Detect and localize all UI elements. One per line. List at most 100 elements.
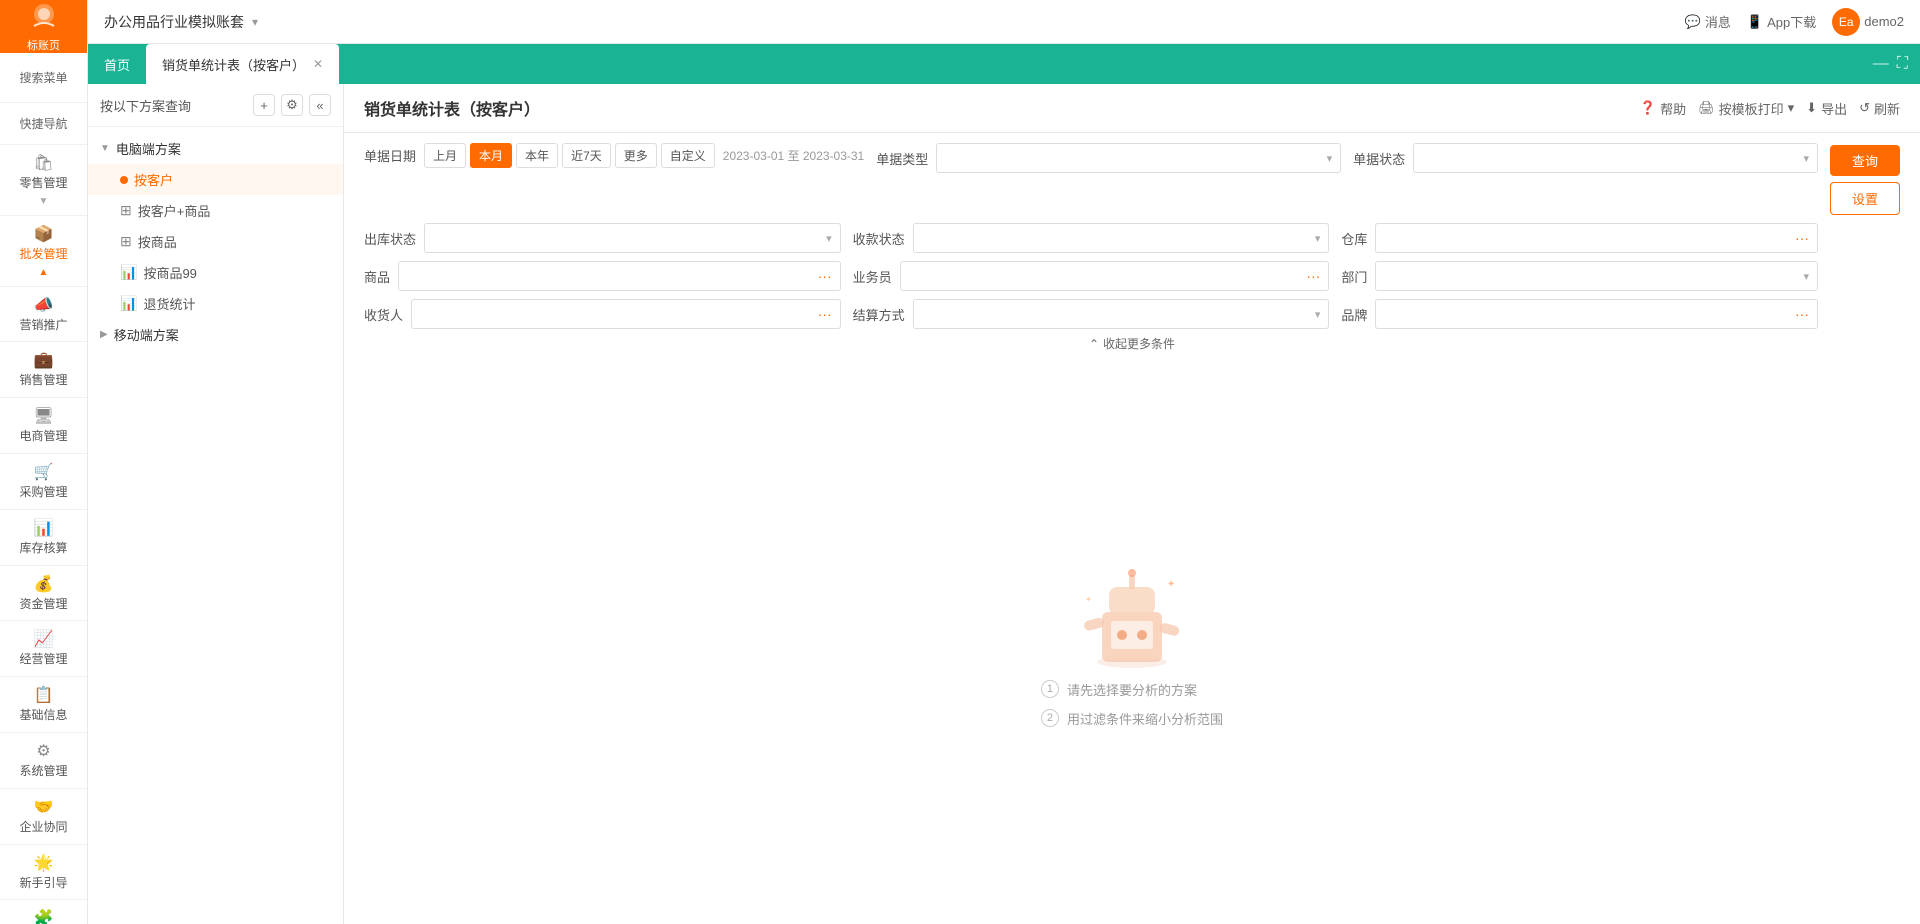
type-select[interactable]: ▾ — [936, 143, 1341, 173]
header-right: 💬 消息 📱 App下载 Ea demo2 — [1685, 8, 1904, 36]
collection-label: 收款状态 — [853, 229, 905, 248]
tree-item-by-goods99[interactable]: 📊 按商品99 — [88, 257, 343, 288]
receiver-dots[interactable]: ··· — [818, 306, 832, 322]
sidebar-item-finance[interactable]: 💰 资金管理 — [0, 566, 87, 622]
tree-group-desktop-header[interactable]: ▼ 电脑端方案 — [88, 133, 343, 164]
tip-num-1: 1 — [1041, 680, 1059, 698]
salesperson-dots[interactable]: ··· — [1306, 268, 1320, 284]
add-scheme-button[interactable]: + — [253, 94, 275, 116]
left-panel: 按以下方案查询 + ⚙ « ▼ 电脑端方案 按客户 — [88, 84, 344, 924]
by-goods99-label: 按商品99 — [143, 263, 331, 282]
inventory-label: 库存核算 — [4, 540, 83, 557]
out-status-arrow: ▾ — [826, 232, 832, 245]
status-select[interactable]: ▾ — [1413, 143, 1818, 173]
template-print-label: 按模板打印 — [1719, 99, 1784, 118]
enterprise-icon: 🤝 — [4, 797, 83, 817]
sidebar-item-system[interactable]: ⚙ 系统管理 — [0, 733, 87, 789]
main-content: 办公用品行业模拟账套 ▾ 💬 消息 📱 App下载 Ea demo2 首页 — [88, 0, 1920, 924]
department-select[interactable]: ▾ — [1375, 261, 1818, 291]
help-button[interactable]: ❓ 帮助 — [1640, 99, 1686, 118]
tree-item-by-customer-goods[interactable]: ⊞ 按客户+商品 — [88, 195, 343, 226]
customer-goods-icon: ⊞ — [120, 202, 132, 219]
tab-minimize-icon[interactable]: — — [1873, 55, 1889, 73]
collapse-button[interactable]: ⌃ 收起更多条件 — [1089, 335, 1175, 352]
sidebar-item-operations[interactable]: 📈 经营管理 — [0, 621, 87, 677]
search-menu-label[interactable]: 搜索菜单 — [0, 63, 87, 92]
svg-text:✦: ✦ — [1085, 595, 1092, 604]
page-header: 销货单统计表（按客户） ❓ 帮助 🖨 按模板打印 ▾ ⬇ 导出 — [344, 84, 1920, 133]
settings-scheme-button[interactable]: ⚙ — [281, 94, 303, 116]
sidebar-search-section[interactable]: 搜索菜单 — [0, 53, 87, 103]
date-btn-7days[interactable]: 近7天 — [562, 143, 611, 168]
filter-goods-cell: 商品 ··· — [364, 261, 841, 291]
date-btn-custom[interactable]: 自定义 — [661, 143, 715, 168]
date-btn-this-month[interactable]: 本月 — [470, 143, 512, 168]
warehouse-dots[interactable]: ··· — [1795, 230, 1809, 246]
header-dropdown-icon[interactable]: ▾ — [252, 15, 258, 29]
sidebar-item-marketing[interactable]: 📣 营销推广 — [0, 287, 87, 343]
sidebar-quick-nav[interactable]: 快捷导航 — [0, 103, 87, 145]
brand-field[interactable]: ··· — [1375, 299, 1818, 329]
collection-select[interactable]: ▾ — [913, 223, 1330, 253]
query-buttons: 查询 设置 — [1830, 143, 1900, 215]
settlement-arrow: ▾ — [1315, 308, 1321, 321]
goods-field[interactable]: ··· — [398, 261, 841, 291]
wholesale-icon: 📦 — [4, 224, 83, 244]
export-button[interactable]: ⬇ 导出 — [1806, 99, 1847, 118]
receiver-field[interactable]: ··· — [411, 299, 841, 329]
messages-button[interactable]: 💬 消息 — [1685, 12, 1731, 31]
tree-item-by-goods[interactable]: ⊞ 按商品 — [88, 226, 343, 257]
user-menu[interactable]: Ea demo2 — [1832, 8, 1904, 36]
query-button[interactable]: 查询 — [1830, 145, 1900, 176]
refresh-icon: ↺ — [1859, 100, 1870, 116]
date-btn-more[interactable]: 更多 — [615, 143, 657, 168]
quick-nav-label[interactable]: 快捷导航 — [0, 109, 87, 138]
tree-group-mobile-header[interactable]: ▶ 移动端方案 — [88, 319, 343, 350]
sidebar-item-ecommerce[interactable]: 🖥 电商管理 — [0, 398, 87, 454]
logo[interactable]: 标账页 — [0, 0, 88, 53]
tab-sales-stats-close[interactable]: ✕ — [313, 57, 323, 71]
customer-goods-label: 按客户+商品 — [138, 201, 331, 220]
sidebar-item-wholesale[interactable]: 📦 批发管理 ▲ — [0, 216, 87, 287]
tab-maximize-icon[interactable]: ⛶ — [1897, 55, 1908, 73]
filter-brand-cell: 品牌 ··· — [1341, 299, 1818, 329]
tab-sales-stats[interactable]: 销货单统计表（按客户） ✕ — [146, 44, 339, 84]
sidebar-item-enterprise[interactable]: 🤝 企业协同 — [0, 789, 87, 845]
sidebar-item-basic[interactable]: 📋 基础信息 — [0, 677, 87, 733]
system-label: 系统管理 — [4, 763, 83, 780]
filter-department-cell: 部门 ▾ — [1341, 261, 1818, 291]
sidebar-item-inventory[interactable]: 📊 库存核算 — [0, 510, 87, 566]
sidebar-item-apps[interactable]: 🧩 应用中心 — [0, 900, 87, 924]
messages-label: 消息 — [1705, 12, 1731, 31]
warehouse-field[interactable]: ··· — [1375, 223, 1818, 253]
status-select-arrow: ▾ — [1803, 152, 1809, 165]
date-btn-this-year[interactable]: 本年 — [516, 143, 558, 168]
content-area: 按以下方案查询 + ⚙ « ▼ 电脑端方案 按客户 — [88, 84, 1920, 924]
filter-row-4: 收货人 ··· 结算方式 ▾ 品牌 — [344, 291, 1920, 329]
tab-home[interactable]: 首页 — [88, 44, 146, 84]
page-title: 销货单统计表（按客户） — [364, 96, 540, 120]
sidebar-item-purchase[interactable]: 🛒 采购管理 — [0, 454, 87, 510]
tree-item-by-customer[interactable]: 按客户 — [88, 164, 343, 195]
sidebar-item-newbie[interactable]: 🌟 新手引导 — [0, 845, 87, 901]
filter-status-cell: 单据状态 ▾ — [1353, 143, 1818, 173]
sidebar-item-retail[interactable]: 🛍 零售管理 ▼ — [0, 145, 87, 216]
tree-item-return-stats[interactable]: 📊 退货统计 — [88, 288, 343, 319]
goods-dots[interactable]: ··· — [818, 268, 832, 284]
brand-dots[interactable]: ··· — [1795, 306, 1809, 322]
svg-text:✦: ✦ — [1167, 579, 1175, 590]
filter-warehouse-cell: 仓库 ··· — [1341, 223, 1818, 253]
app-download-button[interactable]: 📱 App下载 — [1747, 12, 1816, 31]
receiver-label: 收货人 — [364, 305, 403, 324]
filter-settlement-cell: 结算方式 ▾ — [853, 299, 1330, 329]
salesperson-field[interactable]: ··· — [900, 261, 1330, 291]
refresh-button[interactable]: ↺ 刷新 — [1859, 99, 1900, 118]
date-btn-last-month[interactable]: 上月 — [424, 143, 466, 168]
out-status-select[interactable]: ▾ — [424, 223, 841, 253]
settings-button[interactable]: 设置 — [1830, 182, 1900, 215]
page-header-actions: ❓ 帮助 🖨 按模板打印 ▾ ⬇ 导出 ↺ 刷新 — [1640, 99, 1900, 118]
settlement-select[interactable]: ▾ — [913, 299, 1330, 329]
collapse-panel-button[interactable]: « — [309, 94, 331, 116]
sidebar-item-sales[interactable]: 💼 销售管理 — [0, 342, 87, 398]
template-print-button[interactable]: 🖨 按模板打印 ▾ — [1698, 99, 1794, 118]
